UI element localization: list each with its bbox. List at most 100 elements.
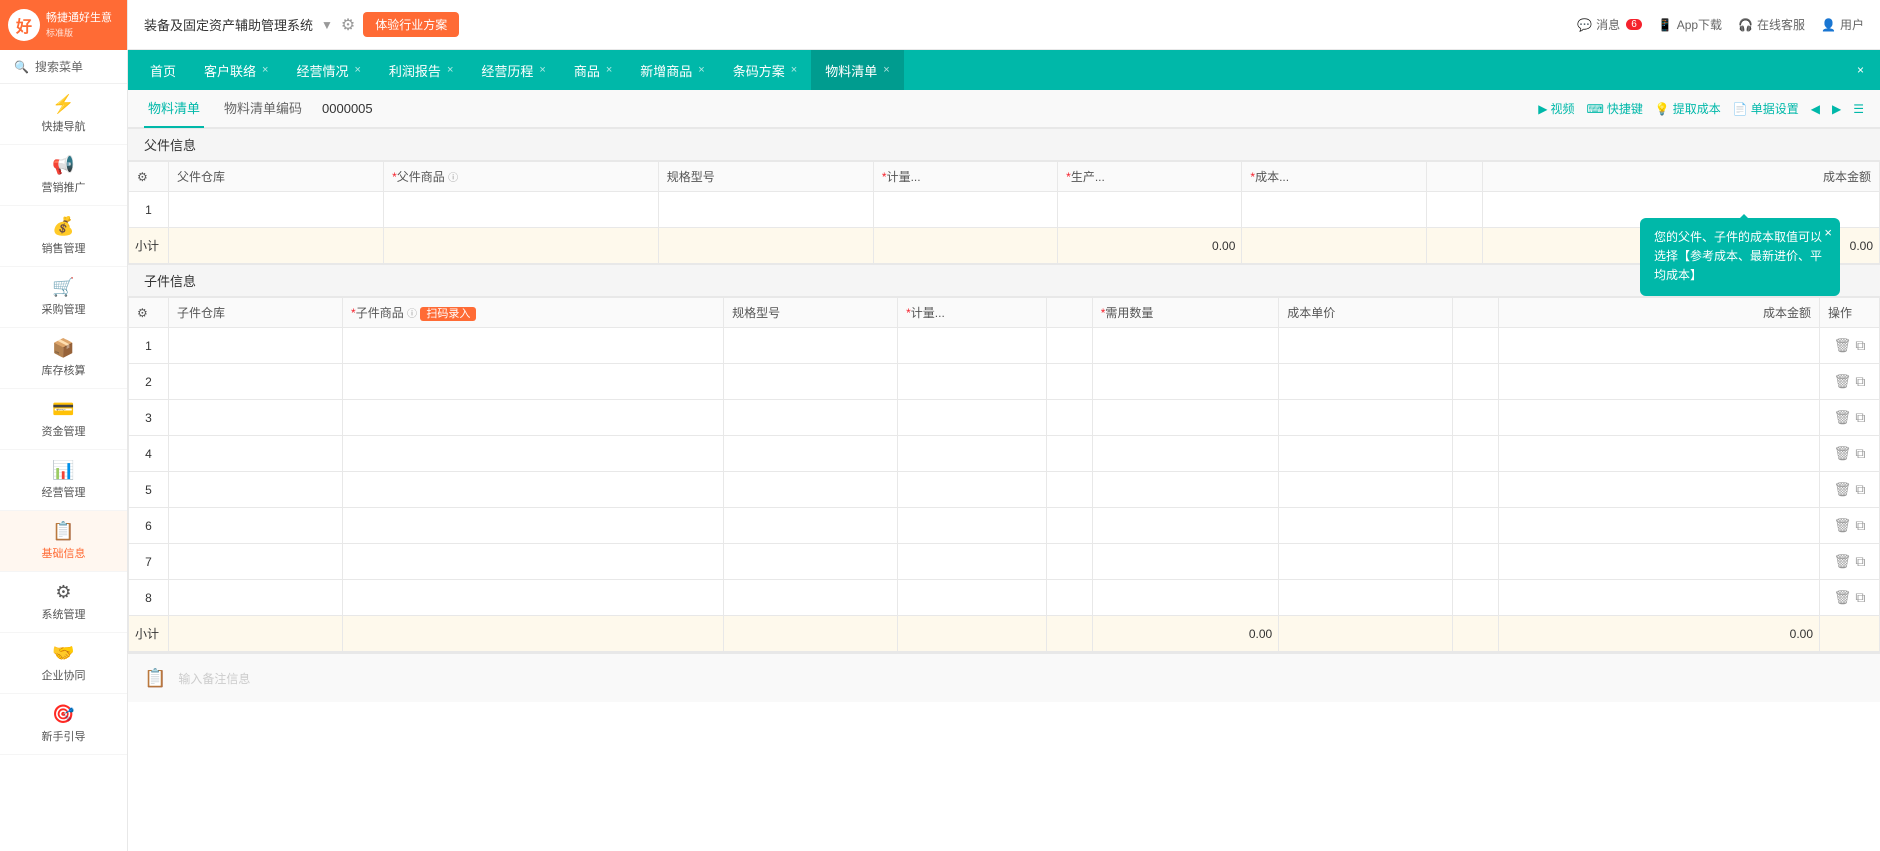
nav-tab-home[interactable]: 首页 [136,50,190,90]
child-quantity[interactable] [1092,544,1279,580]
close-customer-tab[interactable]: × [262,64,268,76]
child-quantity[interactable] [1092,508,1279,544]
sub-tab-bom[interactable]: 物料清单 [144,90,204,128]
message-btn[interactable]: 💬 消息 6 [1577,16,1642,33]
close-all-tabs[interactable]: × [1849,63,1872,77]
child-unit-price[interactable] [1279,508,1453,544]
extract-cost-btn[interactable]: 💡 提取成本 [1655,100,1721,117]
online-service-btn[interactable]: 🎧 在线客服 [1738,16,1805,33]
delete-btn[interactable]: 🗑 [1834,337,1852,354]
settings-icon[interactable]: ⚙ [341,15,355,35]
child-spec[interactable] [724,436,898,472]
child-warehouse[interactable] [169,508,343,544]
nav-tab-operations[interactable]: 经营情况× [282,50,374,90]
child-warehouse[interactable] [169,472,343,508]
close-operations-tab[interactable]: × [354,64,360,76]
copy-btn[interactable]: ⧉ [1855,445,1865,462]
close-new-goods-tab[interactable]: × [698,64,704,76]
parent-col-settings[interactable]: ⚙ [129,162,169,192]
child-quantity[interactable] [1092,472,1279,508]
nav-tab-new-goods[interactable]: 新增商品× [626,50,718,90]
child-goods[interactable] [343,328,724,364]
child-warehouse[interactable] [169,436,343,472]
child-unit[interactable] [898,544,1047,580]
child-quantity[interactable] [1092,400,1279,436]
nav-next[interactable]: ▶ [1832,102,1841,116]
sidebar-item-collab[interactable]: 🤝 企业协同 [0,633,127,694]
sidebar-search[interactable]: 🔍 搜索菜单 [0,50,127,84]
child-spec[interactable] [724,544,898,580]
close-bom-tab[interactable]: × [883,64,889,76]
sidebar-item-guide[interactable]: 🎯 新手引导 [0,694,127,755]
child-unit-price[interactable] [1279,436,1453,472]
nav-tab-goods[interactable]: 商品× [560,50,626,90]
video-btn[interactable]: ▶ 视频 [1538,100,1574,117]
child-spec[interactable] [724,580,898,616]
copy-btn[interactable]: ⧉ [1855,409,1865,426]
copy-btn[interactable]: ⧉ [1855,589,1865,606]
nav-tab-customer[interactable]: 客户联络× [190,50,282,90]
delete-btn[interactable]: 🗑 [1834,445,1852,462]
child-unit[interactable] [898,580,1047,616]
copy-btn[interactable]: ⧉ [1855,481,1865,498]
child-goods[interactable] [343,472,724,508]
nav-tab-profit[interactable]: 利润报告× [375,50,467,90]
child-warehouse[interactable] [169,580,343,616]
delete-btn[interactable]: 🗑 [1834,517,1852,534]
dropdown-icon[interactable]: ▼ [321,18,333,32]
shortcut-btn[interactable]: ⌨ 快捷键 [1586,100,1642,117]
close-barcode-tab[interactable]: × [791,64,797,76]
copy-btn[interactable]: ⧉ [1855,553,1865,570]
copy-btn[interactable]: ⧉ [1855,337,1865,354]
child-quantity[interactable] [1092,436,1279,472]
nav-prev[interactable]: ◀ [1811,102,1820,116]
nav-tab-barcode[interactable]: 条码方案× [719,50,811,90]
child-goods[interactable] [343,400,724,436]
parent-produce[interactable] [1058,192,1242,228]
child-unit-price[interactable] [1279,544,1453,580]
child-col-settings[interactable]: ⚙ [129,298,169,328]
user-btn[interactable]: 👤 用户 [1821,16,1864,33]
sidebar-item-quick-nav[interactable]: ⚡ 快捷导航 [0,84,127,145]
sidebar-item-finance[interactable]: 💳 资金管理 [0,389,127,450]
child-spec[interactable] [724,364,898,400]
delete-btn[interactable]: 🗑 [1834,553,1852,570]
child-unit-price[interactable] [1279,580,1453,616]
parent-goods[interactable] [384,192,659,228]
child-unit[interactable] [898,472,1047,508]
close-profit-tab[interactable]: × [447,64,453,76]
sub-tab-bom-code[interactable]: 物料清单编码 [220,90,306,128]
child-warehouse[interactable] [169,328,343,364]
nav-tab-bom[interactable]: 物料清单× [811,50,903,90]
child-quantity[interactable] [1092,328,1279,364]
try-button[interactable]: 体验行业方案 [363,12,459,37]
sidebar-item-sales[interactable]: 💰 销售管理 [0,206,127,267]
child-quantity[interactable] [1092,364,1279,400]
child-spec[interactable] [724,472,898,508]
child-unit[interactable] [898,508,1047,544]
child-warehouse[interactable] [169,400,343,436]
child-unit-price[interactable] [1279,328,1453,364]
tooltip-close-btn[interactable]: × [1824,223,1832,244]
sidebar-item-inventory[interactable]: 📦 库存核算 [0,328,127,389]
doc-settings-btn[interactable]: 📄 单据设置 [1733,100,1799,117]
nav-menu[interactable]: ☰ [1853,102,1864,116]
child-goods[interactable] [343,580,724,616]
close-history-tab[interactable]: × [539,64,545,76]
child-unit-price[interactable] [1279,400,1453,436]
child-unit[interactable] [898,328,1047,364]
sidebar-item-basic-info[interactable]: 📋 基础信息 [0,511,127,572]
child-goods[interactable] [343,436,724,472]
child-unit[interactable] [898,436,1047,472]
child-spec[interactable] [724,508,898,544]
delete-btn[interactable]: 🗑 [1834,481,1852,498]
scan-badge[interactable]: 扫码录入 [420,307,476,321]
child-unit-price[interactable] [1279,364,1453,400]
child-unit-price[interactable] [1279,472,1453,508]
child-warehouse[interactable] [169,544,343,580]
parent-warehouse[interactable] [169,192,384,228]
note-hint[interactable]: 输入备注信息 [178,670,250,687]
sidebar-item-purchase[interactable]: 🛒 采购管理 [0,267,127,328]
sidebar-item-marketing[interactable]: 📢 营销推广 [0,145,127,206]
parent-unit[interactable] [873,192,1057,228]
